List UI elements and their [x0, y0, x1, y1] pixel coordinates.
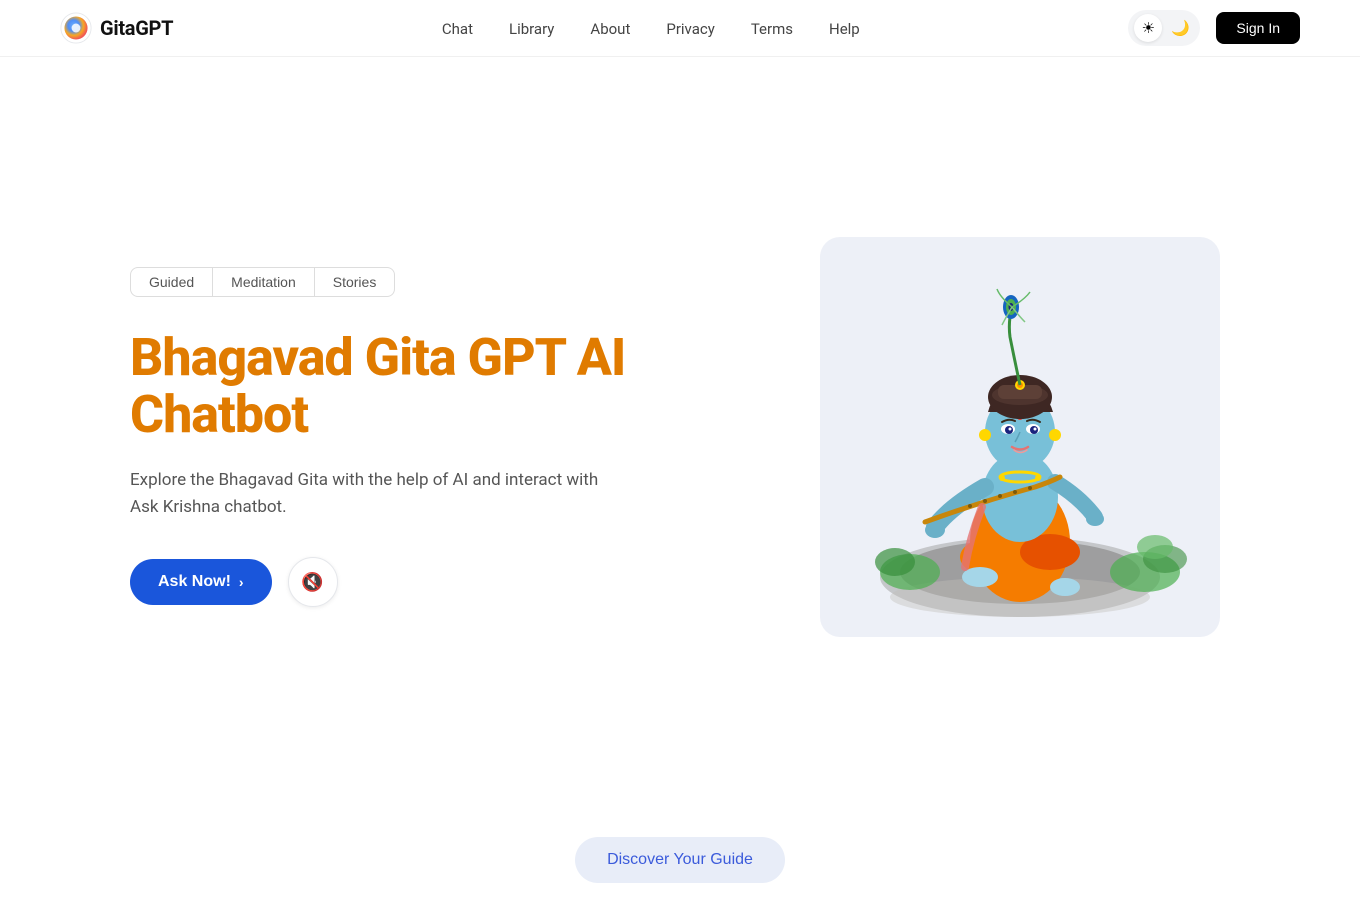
discover-section: Discover Your Guide — [0, 817, 1360, 913]
nav-about[interactable]: About — [590, 20, 630, 38]
logo-icon — [60, 12, 92, 44]
nav-help[interactable]: Help — [829, 20, 860, 38]
hero-right — [810, 237, 1230, 637]
hero-left: Guided Meditation Stories Bhagavad Gita … — [130, 267, 710, 608]
arrow-icon: › — [239, 574, 244, 590]
logo-text: GitaGPT — [100, 16, 173, 40]
tab-meditation[interactable]: Meditation — [213, 267, 315, 297]
moon-icon: 🌙 — [1171, 19, 1190, 37]
theme-dark-button[interactable]: 🌙 — [1166, 14, 1194, 42]
hero-section: Guided Meditation Stories Bhagavad Gita … — [0, 57, 1360, 817]
hero-image-card — [820, 237, 1220, 637]
krishna-illustration — [850, 267, 1190, 637]
nav-chat[interactable]: Chat — [442, 20, 473, 38]
ask-now-label: Ask Now! — [158, 573, 231, 591]
hero-actions: Ask Now! › 🔇 — [130, 557, 710, 607]
nav-links: Chat Library About Privacy Terms Help — [442, 19, 860, 38]
tab-guided[interactable]: Guided — [130, 267, 213, 297]
navbar-right: ☀ 🌙 Sign In — [1128, 10, 1300, 46]
sun-icon: ☀ — [1142, 19, 1155, 37]
nav-terms[interactable]: Terms — [751, 20, 793, 38]
discover-guide-button[interactable]: Discover Your Guide — [575, 837, 785, 883]
navbar: GitaGPT Chat Library About Privacy Terms… — [0, 0, 1360, 57]
hero-title: Bhagavad Gita GPT AI Chatbot — [130, 329, 710, 443]
nav-library[interactable]: Library — [509, 20, 554, 38]
mute-button[interactable]: 🔇 — [288, 557, 338, 607]
hero-description: Explore the Bhagavad Gita with the help … — [130, 467, 630, 521]
theme-toggle[interactable]: ☀ 🌙 — [1128, 10, 1200, 46]
ask-now-button[interactable]: Ask Now! › — [130, 559, 272, 605]
hero-tabs: Guided Meditation Stories — [130, 267, 710, 297]
tab-stories[interactable]: Stories — [315, 267, 396, 297]
mute-icon: 🔇 — [301, 572, 323, 593]
theme-light-button[interactable]: ☀ — [1134, 14, 1162, 42]
logo-link[interactable]: GitaGPT — [60, 12, 173, 44]
nav-privacy[interactable]: Privacy — [666, 20, 714, 38]
sign-in-button[interactable]: Sign In — [1216, 12, 1300, 44]
